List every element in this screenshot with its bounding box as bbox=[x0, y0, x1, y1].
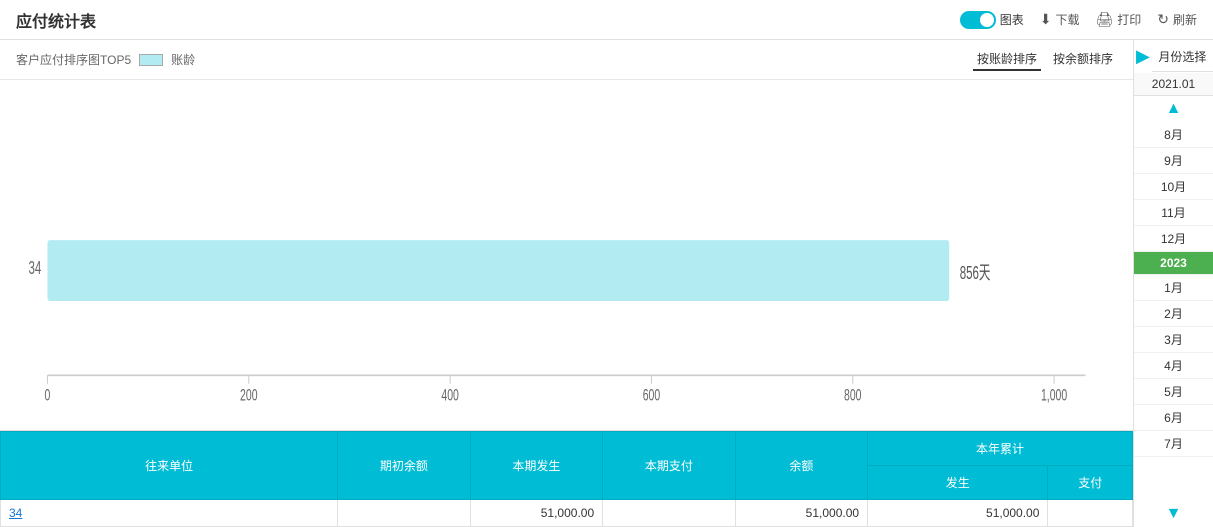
th-balance: 余额 bbox=[735, 432, 867, 500]
cell-occurrence: 51,000.00 bbox=[470, 500, 602, 527]
th-unit: 往来单位 bbox=[1, 432, 338, 500]
download-label: 下载 bbox=[1055, 11, 1079, 28]
svg-text:400: 400 bbox=[441, 385, 459, 404]
sidebar-month-3[interactable]: 3月 bbox=[1134, 327, 1213, 353]
svg-text:600: 600 bbox=[643, 385, 661, 404]
cell-ytd-occurrence: 51,000.00 bbox=[868, 500, 1048, 527]
sidebar-month-6[interactable]: 6月 bbox=[1134, 405, 1213, 431]
refresh-button[interactable]: ↻ 刷新 bbox=[1157, 11, 1197, 28]
sidebar-month-9[interactable]: 9月 bbox=[1134, 148, 1213, 174]
svg-text:800: 800 bbox=[844, 385, 862, 404]
cell-ytd-payment bbox=[1048, 500, 1133, 527]
chart-svg: 34 856天 0 200 400 600 800 bbox=[16, 88, 1117, 426]
toggle-label: 图表 bbox=[1000, 11, 1024, 28]
sort-tabs: 按账龄排序 按余额排序 bbox=[973, 48, 1117, 71]
sidebar-month-4[interactable]: 4月 bbox=[1134, 353, 1213, 379]
sidebar-month-11[interactable]: 11月 bbox=[1134, 200, 1213, 226]
download-icon: ⬇ bbox=[1040, 11, 1052, 28]
toggle-thumb bbox=[980, 13, 994, 27]
refresh-label: 刷新 bbox=[1173, 11, 1197, 28]
data-table: 往来单位 期初余额 本期发生 本期支付 余额 本年累计 发生 支付 bbox=[0, 431, 1133, 527]
legend-title: 客户应付排序图TOP5 bbox=[16, 51, 131, 68]
legend-box-label: 账龄 bbox=[171, 51, 195, 68]
sidebar-year-input[interactable]: 2021.01 bbox=[1134, 73, 1213, 96]
th-ytd-payment: 支付 bbox=[1048, 466, 1133, 500]
toggle-track bbox=[960, 11, 996, 29]
th-occurrence: 本期发生 bbox=[470, 432, 602, 500]
cell-opening bbox=[338, 500, 470, 527]
sort-tab-age[interactable]: 按账龄排序 bbox=[973, 48, 1041, 71]
cell-balance: 51,000.00 bbox=[735, 500, 867, 527]
sidebar-month-8[interactable]: 8月 bbox=[1134, 122, 1213, 148]
sidebar-month-5[interactable]: 5月 bbox=[1134, 379, 1213, 405]
sidebar-year-badge: 2023 bbox=[1134, 252, 1213, 275]
sidebar-month-7[interactable]: 7月 bbox=[1134, 431, 1213, 457]
sidebar-up-button[interactable]: ▲ bbox=[1134, 96, 1213, 122]
print-label: 打印 bbox=[1117, 11, 1141, 28]
cell-unit[interactable]: 34 bbox=[1, 500, 338, 527]
sidebar-label: 月份选择 bbox=[1152, 42, 1213, 72]
refresh-icon: ↻ bbox=[1157, 11, 1169, 28]
table-row: 34 51,000.00 51,000.00 51,000.00 bbox=[1, 500, 1133, 527]
sidebar-months: 8月 9月 10月 11月 12月 2023 1月 2月 3月 4月 5月 6月… bbox=[1134, 122, 1213, 501]
print-icon: 🖨 bbox=[1095, 11, 1113, 28]
svg-text:1,000: 1,000 bbox=[1041, 385, 1067, 404]
sidebar-month-12[interactable]: 12月 bbox=[1134, 226, 1213, 252]
data-table-container: 往来单位 期初余额 本期发生 本期支付 余额 本年累计 发生 支付 bbox=[0, 430, 1133, 527]
chart-canvas: 34 856天 0 200 400 600 800 bbox=[0, 80, 1133, 430]
th-ytd-occurrence: 发生 bbox=[868, 466, 1048, 500]
svg-text:34: 34 bbox=[28, 258, 41, 278]
th-payment: 本期支付 bbox=[603, 432, 735, 500]
sidebar-down-button[interactable]: ▼ bbox=[1134, 501, 1213, 527]
th-ytd-group: 本年累计 bbox=[868, 432, 1133, 466]
sidebar-month-10[interactable]: 10月 bbox=[1134, 174, 1213, 200]
sort-tab-balance[interactable]: 按余额排序 bbox=[1049, 48, 1117, 71]
sidebar-expand-icon[interactable]: ▶ bbox=[1134, 40, 1152, 73]
sidebar-month-1[interactable]: 1月 bbox=[1134, 275, 1213, 301]
sidebar-month-2[interactable]: 2月 bbox=[1134, 301, 1213, 327]
print-button[interactable]: 🖨 打印 bbox=[1095, 11, 1141, 28]
download-button[interactable]: ⬇ 下载 bbox=[1040, 11, 1080, 28]
page-title: 应付统计表 bbox=[16, 8, 96, 32]
svg-text:856天: 856天 bbox=[960, 263, 991, 283]
svg-text:0: 0 bbox=[45, 385, 51, 404]
chart-toggle[interactable]: 图表 bbox=[960, 11, 1024, 29]
sidebar: ▶ 月份选择 2021.01 ▲ 8月 9月 10月 11月 12月 2023 … bbox=[1133, 40, 1213, 527]
cell-payment bbox=[603, 500, 735, 527]
svg-text:200: 200 bbox=[240, 385, 258, 404]
legend-box bbox=[139, 54, 163, 66]
th-opening: 期初余额 bbox=[338, 432, 470, 500]
